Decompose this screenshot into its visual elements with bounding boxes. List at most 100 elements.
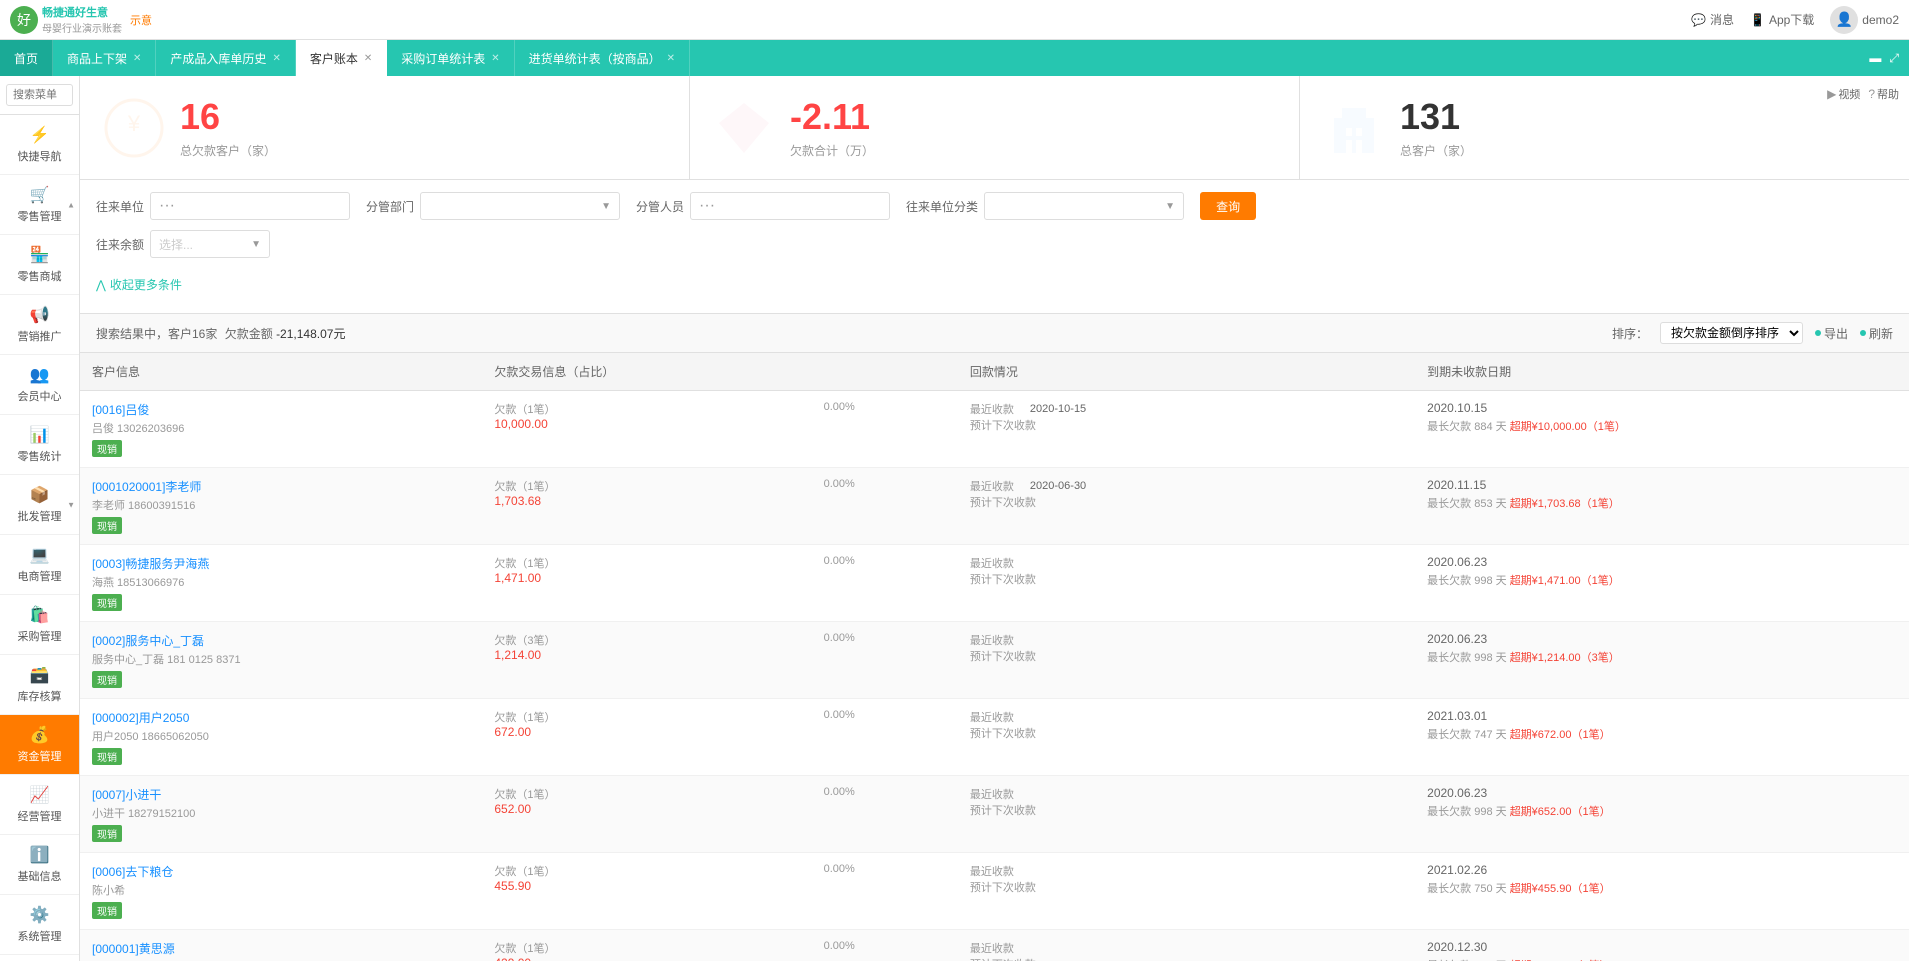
sidebar-item-inventory[interactable]: 🗃️ 库存核算 (0, 655, 79, 715)
customer-name-link[interactable]: [000001]黄思源 (92, 940, 470, 957)
export-btn[interactable]: 导出 (1815, 325, 1848, 342)
debt-label: 欠款（1笔） (494, 555, 799, 571)
close-icon[interactable]: ✕ (364, 53, 372, 64)
overdue-link[interactable]: 超期¥455.90（1笔） (1510, 883, 1611, 895)
debt-percent: 0.00% (824, 709, 946, 721)
sidebar-item-retail-mgmt[interactable]: 🛒 零售管理 ▲ (0, 175, 79, 235)
sidebar-item-biz-mgmt[interactable]: 📈 经营管理 (0, 775, 79, 835)
recent-collect-label: 最近收款 (970, 863, 1014, 879)
main-content: ¥ 16 总欠款客户（家） -2.11 欠款合计（万） (80, 76, 1909, 961)
customer-name-link[interactable]: [000002]用户2050 (92, 709, 470, 726)
overdue-link[interactable]: 超期¥1,703.68（1笔） (1510, 498, 1620, 510)
sidebar-item-basic-info[interactable]: ℹ️ 基础信息 (0, 835, 79, 895)
tab-maximize-icon[interactable]: ⤢ (1889, 51, 1899, 66)
debt-amount[interactable]: 429.00 (494, 956, 799, 961)
members-icon: 👥 (30, 365, 50, 385)
cell-customer-info: [0002]服务中心_丁磊 服务中心_丁磊 181 0125 8371 现销 (80, 622, 482, 699)
balance-input[interactable]: 选择... ▼ (150, 230, 270, 258)
customer-name-link[interactable]: [0002]服务中心_丁磊 (92, 632, 470, 649)
search-input[interactable] (6, 84, 73, 106)
dept-label: 分管部门 (366, 198, 414, 215)
logo-icon: 好 (10, 6, 38, 34)
sidebar-item-ecom-mgmt[interactable]: 💻 电商管理 (0, 535, 79, 595)
debt-amount[interactable]: 672.00 (494, 725, 799, 739)
overdue-link[interactable]: 超期¥652.00（1笔） (1510, 806, 1611, 818)
max-overdue: 最长欠款 998 天 超期¥652.00（1笔） (1427, 803, 1897, 819)
video-icon: ▶ (1827, 87, 1836, 101)
query-button[interactable]: 查询 (1200, 192, 1256, 220)
filter-area: 往来单位 ··· 分管部门 ▼ 分管人员 · (80, 180, 1909, 314)
debt-amount[interactable]: 1,703.68 (494, 494, 799, 508)
recent-collect-label: 最近收款 (970, 940, 1014, 956)
debt-amount[interactable]: 1,214.00 (494, 648, 799, 662)
retail-mgmt-icon: 🛒 (30, 185, 50, 205)
tab-purchase-stats[interactable]: 进货单统计表（按商品） ✕ (515, 40, 690, 76)
cell-debt-percent: 0.00% (812, 622, 958, 699)
customer-name-link[interactable]: [0001020001]李老师 (92, 478, 470, 495)
tab-product-shelf[interactable]: 商品上下架 ✕ (53, 40, 156, 76)
customer-name-link[interactable]: [0007]小进干 (92, 786, 470, 803)
sort-select[interactable]: 按欠款金额倒序排序 (1660, 322, 1803, 344)
tab-minimize-icon[interactable]: ▬ (1869, 51, 1881, 65)
sidebar-item-retail-stats[interactable]: 📊 零售统计 (0, 415, 79, 475)
debt-amount[interactable]: 10,000.00 (494, 417, 799, 431)
tab-product-history[interactable]: 产成品入库单历史 ✕ (156, 40, 295, 76)
store-link[interactable]: 示意 (130, 12, 152, 28)
close-icon[interactable]: ✕ (272, 53, 280, 64)
recent-collect-label: 最近收款 (970, 632, 1014, 648)
customer-name-link[interactable]: [0006]去下粮仓 (92, 863, 470, 880)
sidebar-item-marketing[interactable]: 📢 营销推广 (0, 295, 79, 355)
customer-contact: 海燕 18513066976 (92, 574, 470, 590)
max-overdue: 最长欠款 750 天 超期¥455.90（1笔） (1427, 880, 1897, 896)
max-overdue: 最长欠款 747 天 超期¥672.00（1笔） (1427, 726, 1897, 742)
refresh-btn[interactable]: 刷新 (1860, 325, 1893, 342)
app-download-btn[interactable]: 📱 App下载 (1750, 11, 1814, 28)
balance-arrow-icon: ▼ (251, 239, 261, 250)
next-collect-label: 预计下次收款 (970, 648, 1403, 664)
sidebar-item-batch-mgmt[interactable]: 📦 批发管理 ▼ (0, 475, 79, 535)
sidebar-item-members[interactable]: 👥 会员中心 (0, 355, 79, 415)
customer-tag: 现销 (92, 594, 122, 611)
sidebar-item-retail-mall[interactable]: 🏪 零售商城 (0, 235, 79, 295)
sidebar-item-quick-nav[interactable]: ⚡ 快捷导航 (0, 115, 79, 175)
app-name: 畅捷通好生意 母婴行业演示账套 (42, 4, 122, 35)
tab-home-label: 首页 (14, 50, 38, 67)
debt-percent: 0.00% (824, 555, 946, 567)
tab-customer-account[interactable]: 客户账本 ✕ (296, 40, 387, 76)
debt-amount[interactable]: 652.00 (494, 802, 799, 816)
sidebar-item-purchase-mgmt[interactable]: 🛍️ 采购管理 (0, 595, 79, 655)
overdue-link[interactable]: 超期¥10,000.00（1笔） (1510, 421, 1626, 433)
dept-input[interactable]: ▼ (420, 192, 620, 220)
recent-collect-date: 2020-06-30 (1030, 480, 1086, 492)
sidebar-item-finance[interactable]: 💰 资金管理 (0, 715, 79, 775)
customer-name-link[interactable]: [0016]吕俊 (92, 401, 470, 418)
video-btn[interactable]: ▶ 视频 (1827, 86, 1860, 102)
overdue-link[interactable]: 超期¥1,471.00（1笔） (1510, 575, 1620, 587)
from-unit-input[interactable]: ··· (150, 192, 350, 220)
sidebar-item-enterprise[interactable]: 🏢 企业协同 (0, 955, 79, 961)
help-btn[interactable]: ? 帮助 (1868, 86, 1899, 102)
tab-purchase-order[interactable]: 采购订单统计表 ✕ (387, 40, 514, 76)
collapse-btn[interactable]: ⋀ 收起更多条件 (96, 276, 1893, 293)
tab-home[interactable]: 首页 (0, 40, 53, 76)
overdue-link[interactable]: 超期¥1,214.00（3笔） (1510, 652, 1620, 664)
cell-customer-info: [0006]去下粮仓 陈小希 现销 (80, 853, 482, 930)
overdue-link[interactable]: 超期¥672.00（1笔） (1510, 729, 1611, 741)
close-icon[interactable]: ✕ (667, 53, 675, 64)
message-btn[interactable]: 💬 消息 (1691, 11, 1734, 28)
debt-amount[interactable]: 1,471.00 (494, 571, 799, 585)
debt-label: 欠款（1笔） (494, 786, 799, 802)
person-input[interactable]: ··· (690, 192, 890, 220)
collapse-row: ⋀ 收起更多条件 (96, 268, 1893, 301)
username: demo2 (1862, 13, 1899, 27)
filter-person: 分管人员 ··· (636, 192, 890, 220)
stat-debt-total-label: 欠款合计（万） (790, 142, 874, 159)
debt-amount[interactable]: 455.90 (494, 879, 799, 893)
unit-type-input[interactable]: ▼ (984, 192, 1184, 220)
sidebar-item-sys-mgmt[interactable]: ⚙️ 系统管理 (0, 895, 79, 955)
close-icon[interactable]: ✕ (491, 53, 499, 64)
user-menu[interactable]: 👤 demo2 (1830, 6, 1899, 34)
max-overdue: 最长欠款 998 天 超期¥1,471.00（1笔） (1427, 572, 1897, 588)
close-icon[interactable]: ✕ (133, 53, 141, 64)
customer-name-link[interactable]: [0003]畅捷服务尹海燕 (92, 555, 470, 572)
